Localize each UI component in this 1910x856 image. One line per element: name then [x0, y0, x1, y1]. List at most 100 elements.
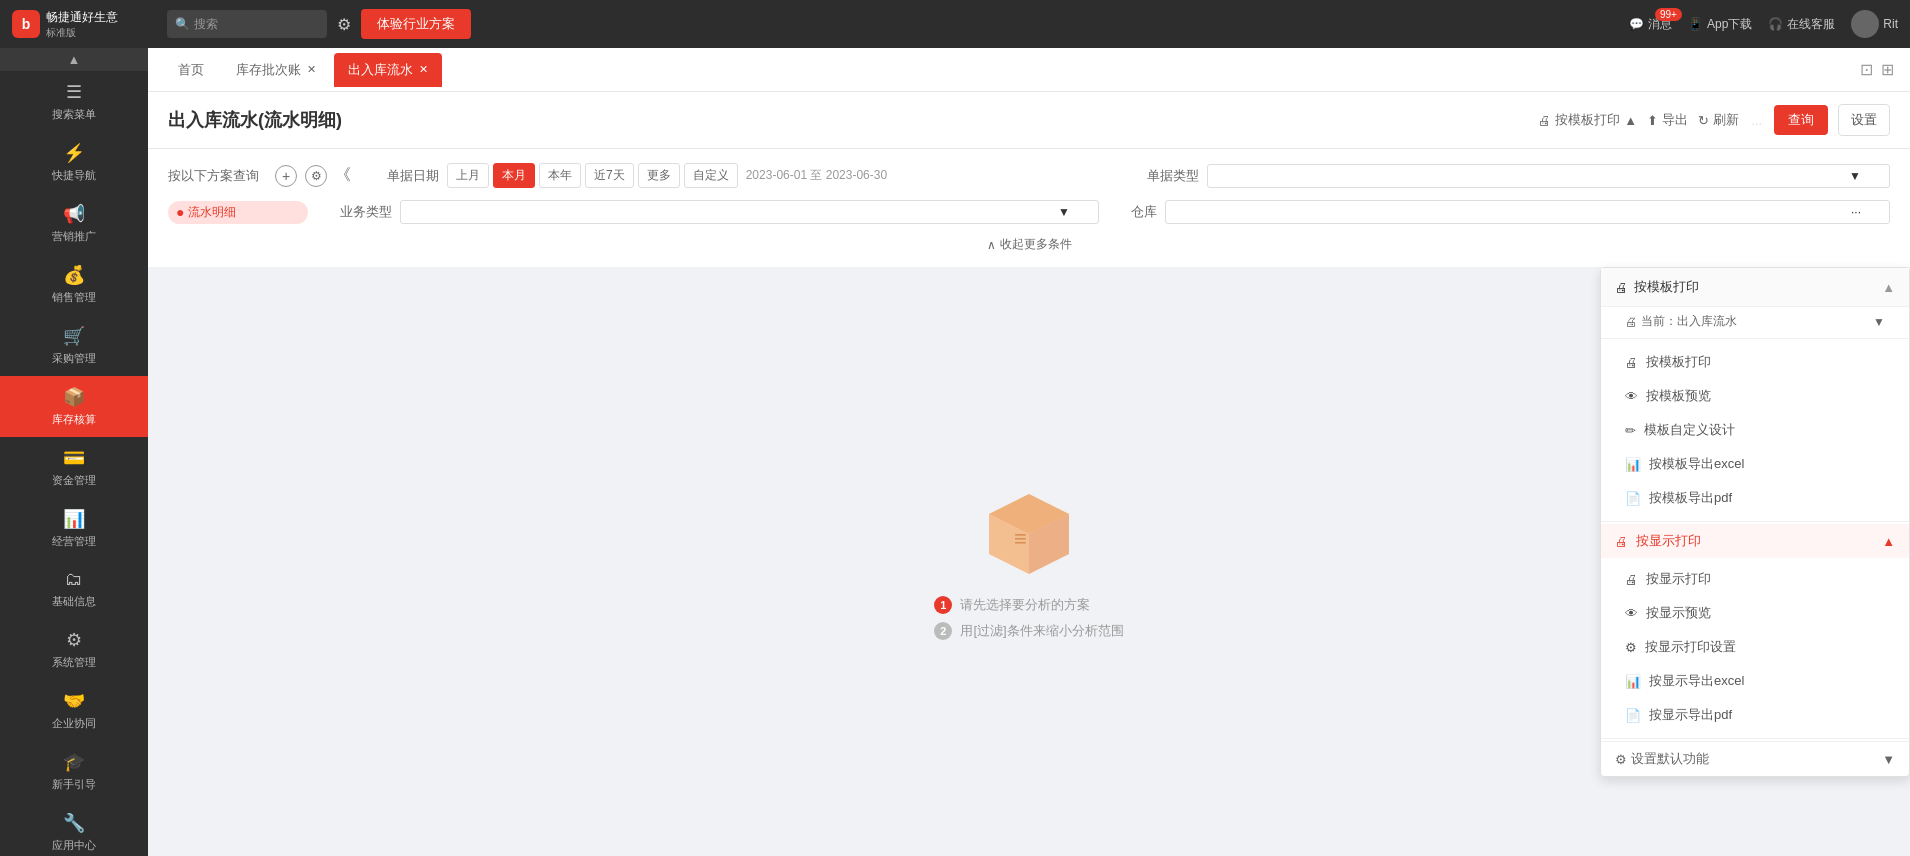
dropdown-collapse-arrow[interactable]: ▲: [1882, 280, 1895, 295]
filter-section-doctype: 单据类型 ▼: [1147, 164, 1891, 188]
export-btn[interactable]: ⬆ 导出: [1647, 111, 1688, 129]
tab-batch-close[interactable]: ✕: [307, 63, 316, 76]
trial-button[interactable]: 体验行业方案: [361, 9, 471, 39]
sidebar-item-purchase[interactable]: 🛒 采购管理: [0, 315, 148, 376]
sidebar-item-sales[interactable]: 💰 销售管理: [0, 254, 148, 315]
biz-type-label: 业务类型: [340, 203, 392, 221]
query-button[interactable]: 查询: [1774, 105, 1828, 135]
divider-bottom: [1601, 738, 1909, 739]
app-download-item[interactable]: 📱 App下载: [1688, 16, 1752, 33]
sidebar-item-quick-nav[interactable]: ⚡ 快捷导航: [0, 132, 148, 193]
empty-icon: ≡: [979, 484, 1079, 584]
item-label: 按显示预览: [1646, 604, 1711, 622]
headset-icon: 🎧: [1768, 17, 1783, 31]
dropdown-item-display-excel[interactable]: 📊 按显示导出excel: [1601, 664, 1909, 698]
date-btn-this-year[interactable]: 本年: [539, 163, 581, 188]
date-btn-7days[interactable]: 近7天: [585, 163, 634, 188]
message-item[interactable]: 💬 消息 99+: [1629, 16, 1672, 33]
display-section-header[interactable]: 🖨 按显示打印 ▲: [1601, 524, 1909, 558]
tab-home[interactable]: 首页: [164, 53, 218, 87]
display-header-arrow[interactable]: ▲: [1882, 534, 1895, 549]
dropdown-default-btn[interactable]: ⚙ 设置默认功能 ▼: [1601, 741, 1909, 776]
tab-batch-label: 库存批次账: [236, 61, 301, 79]
svg-text:≡: ≡: [1014, 526, 1027, 551]
dropdown-item-template-preview[interactable]: 👁 按模板预览: [1601, 379, 1909, 413]
warehouse-arrow: ···: [1851, 205, 1861, 219]
tab-home-label: 首页: [178, 61, 204, 79]
sidebar-item-management[interactable]: 📊 经营管理: [0, 498, 148, 559]
display-header-label: 按显示打印: [1636, 532, 1874, 550]
biz-type-select[interactable]: ▼: [400, 200, 1099, 224]
refresh-btn[interactable]: ↻ 刷新: [1698, 111, 1739, 129]
current-arrow[interactable]: ▼: [1873, 315, 1885, 329]
dropdown-item-display-print[interactable]: 🖨 按显示打印: [1601, 562, 1909, 596]
topbar-gear-icon[interactable]: ⚙: [337, 15, 351, 34]
dropdown-item-template-print[interactable]: 🖨 按模板打印: [1601, 345, 1909, 379]
dropdown-item-display-pdf[interactable]: 📄 按显示导出pdf: [1601, 698, 1909, 732]
search-bar[interactable]: 🔍 搜索: [167, 10, 327, 38]
template-section: 🖨 按模板打印 👁 按模板预览 ✏ 模板自定义设计 📊 按模板导出excel: [1601, 341, 1909, 519]
minimize-icon[interactable]: ⊡: [1860, 60, 1873, 79]
dropdown-item-display-settings[interactable]: ⚙ 按显示打印设置: [1601, 630, 1909, 664]
query-label: 按以下方案查询: [168, 167, 259, 185]
item-label: 按显示导出pdf: [1649, 706, 1732, 724]
tab-flow-close[interactable]: ✕: [419, 63, 428, 76]
date-filter-value: 上月 本月 本年 近7天 更多 自定义 2023-06-01 至 2023-06…: [447, 163, 887, 188]
tab-flow-label: 出入库流水: [348, 61, 413, 79]
user-avatar-area[interactable]: Rit: [1851, 10, 1898, 38]
add-filter-btn[interactable]: +: [275, 165, 297, 187]
date-btn-last-month[interactable]: 上月: [447, 163, 489, 188]
tab-expand[interactable]: ⊡ ⊞: [1860, 60, 1894, 79]
print-template-btn[interactable]: 🖨 按模板打印 ▲: [1538, 111, 1637, 129]
sidebar-item-inventory[interactable]: 📦 库存核算: [0, 376, 148, 437]
online-service-item[interactable]: 🎧 在线客服: [1768, 16, 1835, 33]
sidebar-item-label: 搜索菜单: [52, 107, 96, 122]
tab-flow[interactable]: 出入库流水 ✕: [334, 53, 442, 87]
dropdown-item-template-pdf[interactable]: 📄 按模板导出pdf: [1601, 481, 1909, 515]
warehouse-select[interactable]: ···: [1165, 200, 1890, 224]
divider-display: [1601, 521, 1909, 522]
sidebar-scroll-up[interactable]: ▲: [0, 48, 148, 71]
sidebar-item-label: 应用中心: [52, 838, 96, 853]
filter-settings-btn[interactable]: ⚙: [305, 165, 327, 187]
collapse-more-btn[interactable]: ∧ 收起更多条件: [168, 236, 1890, 253]
refresh-label: 刷新: [1713, 111, 1739, 129]
sidebar-item-guide[interactable]: 🎓 新手引导: [0, 741, 148, 802]
dropdown-item-template-design[interactable]: ✏ 模板自定义设计: [1601, 413, 1909, 447]
date-btn-more[interactable]: 更多: [638, 163, 680, 188]
sidebar-item-finance[interactable]: 💳 资金管理: [0, 437, 148, 498]
sidebar-item-system[interactable]: ⚙ 系统管理: [0, 619, 148, 680]
sidebar-item-label: 企业协同: [52, 716, 96, 731]
excel-icon: 📊: [1625, 457, 1641, 472]
settings-button[interactable]: 设置: [1838, 104, 1890, 136]
date-btn-this-month[interactable]: 本月: [493, 163, 535, 188]
app-center-icon: 🔧: [63, 812, 85, 834]
sidebar-item-search[interactable]: ☰ 搜索菜单: [0, 71, 148, 132]
sidebar-item-label: 销售管理: [52, 290, 96, 305]
sidebar-item-cooperation[interactable]: 🤝 企业协同: [0, 680, 148, 741]
current-label: 当前：出入库流水: [1641, 313, 1873, 330]
message-badge: 99+: [1655, 8, 1682, 21]
refresh-icon: ↻: [1698, 113, 1709, 128]
export-label: 导出: [1662, 111, 1688, 129]
content-area: 首页 库存批次账 ✕ 出入库流水 ✕ ⊡ ⊞ 出入库流水(流水明细) 🖨 按模板…: [148, 48, 1910, 856]
maximize-icon[interactable]: ⊞: [1881, 60, 1894, 79]
tab-batch-account[interactable]: 库存批次账 ✕: [222, 53, 330, 87]
dropdown-panel: 🖨 按模板打印 ▲ 🖨 当前：出入库流水 ▼ 🖨 按模板打印: [1600, 267, 1910, 777]
flow-detail-tag[interactable]: ● 流水明细: [168, 201, 308, 224]
sidebar-item-app-center[interactable]: 🔧 应用中心: [0, 802, 148, 856]
date-label: 单据日期: [387, 167, 439, 185]
dropdown-item-template-excel[interactable]: 📊 按模板导出excel: [1601, 447, 1909, 481]
sidebar-item-base-info[interactable]: 🗂 基础信息: [0, 559, 148, 619]
doc-type-select[interactable]: ▼: [1207, 164, 1891, 188]
date-btn-custom[interactable]: 自定义: [684, 163, 738, 188]
filter-row-1: 按以下方案查询 + ⚙ 《 单据日期 上月 本月 本年 近7天 更多 自定义 2…: [168, 163, 1890, 188]
finance-icon: 💳: [63, 447, 85, 469]
search-placeholder: 搜索: [194, 16, 218, 33]
printer-icon: 🖨: [1615, 280, 1628, 295]
doc-type-label: 单据类型: [1147, 167, 1199, 185]
sidebar-item-marketing[interactable]: 📢 营销推广: [0, 193, 148, 254]
dropdown-item-display-preview[interactable]: 👁 按显示预览: [1601, 596, 1909, 630]
filter-collapse-icon[interactable]: 《: [335, 165, 351, 186]
topbar-right: 💬 消息 99+ 📱 App下载 🎧 在线客服 Rit: [1629, 10, 1898, 38]
